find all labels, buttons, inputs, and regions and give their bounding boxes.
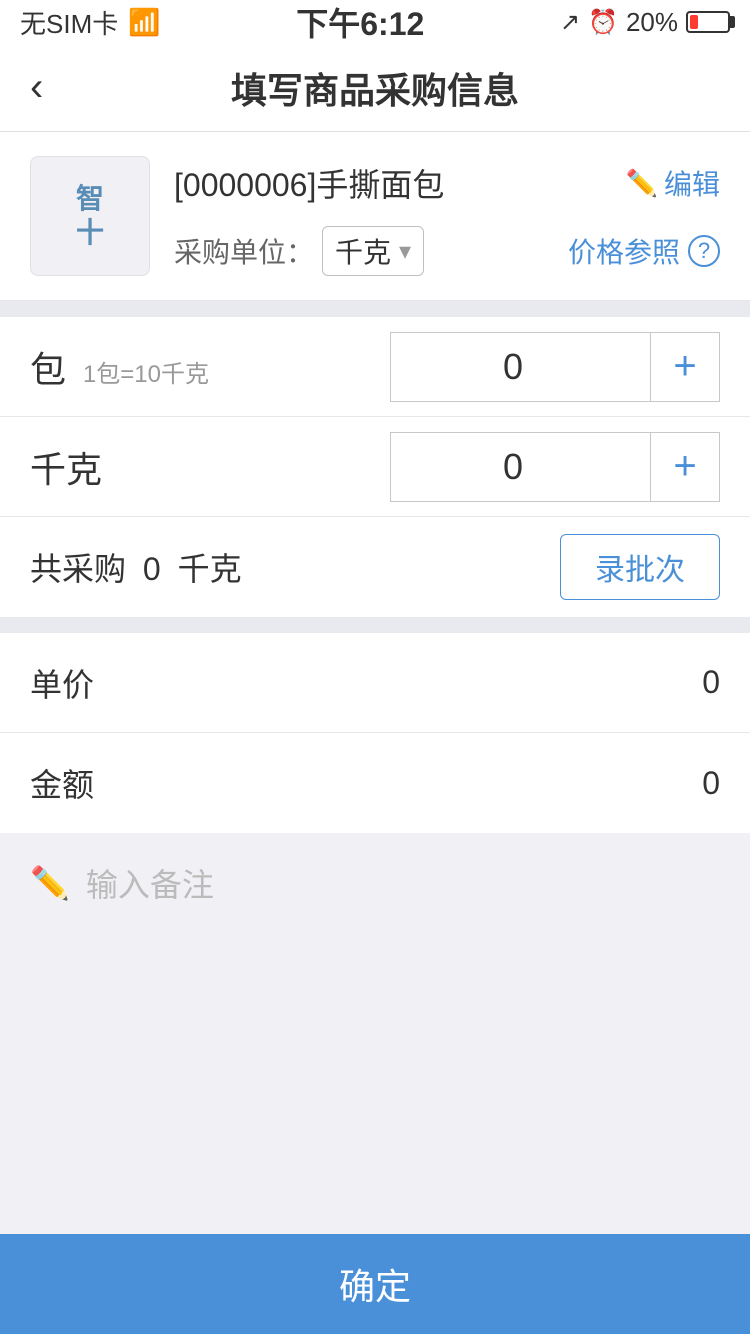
price-ref-button[interactable]: 价格参照 ? [568, 231, 720, 271]
input-section: 包 1包=10千克 + 千克 + [0, 317, 750, 517]
remark-placeholder: 输入备注 [86, 860, 214, 906]
confirm-bar[interactable]: 确定 [0, 1234, 750, 1334]
wifi-icon: 📶 [128, 7, 160, 38]
summary-text: 共采购 0 千克 [30, 544, 242, 590]
amount-value: 0 [702, 765, 720, 802]
price-section: 单价 0 金额 0 [0, 633, 750, 833]
carrier-text: 无SIM卡 [20, 4, 118, 41]
unit-price-row: 单价 0 [0, 633, 750, 733]
kg-label: 千克 [30, 441, 170, 493]
bag-plus-button[interactable]: + [650, 332, 720, 402]
back-button[interactable]: ‹ [30, 65, 43, 110]
chevron-down-icon: ▾ [399, 237, 411, 266]
bag-field-container: + [209, 332, 720, 402]
product-name: [0000006]手撕面包 [174, 160, 444, 206]
product-title-row: [0000006]手撕面包 ✏️ 编辑 [174, 160, 720, 206]
bag-input[interactable] [390, 332, 650, 402]
summary-row: 共采购 0 千克 录批次 [0, 517, 750, 617]
product-card: 智 十 [0000006]手撕面包 ✏️ 编辑 采购单位： 千克 ▾ 价格参照 … [0, 132, 750, 301]
battery-icon [686, 11, 730, 33]
help-icon: ? [688, 235, 720, 267]
bag-input-row: 包 1包=10千克 + [0, 317, 750, 417]
bottom-space [0, 933, 750, 1233]
alarm-icon: ⏰ [588, 8, 618, 37]
unit-price-value: 0 [702, 664, 720, 701]
section-separator-2 [0, 617, 750, 633]
status-time: 下午6:12 [296, 0, 424, 45]
unit-price-label: 单价 [30, 660, 94, 706]
product-info: [0000006]手撕面包 ✏️ 编辑 采购单位： 千克 ▾ 价格参照 ? [174, 156, 720, 276]
kg-input[interactable] [390, 432, 650, 502]
unit-value: 千克 [335, 231, 391, 271]
kg-field-container: + [170, 432, 720, 502]
confirm-label: 确定 [339, 1258, 411, 1310]
battery-percent: 20% [626, 7, 678, 38]
product-logo: 智 十 [76, 182, 104, 249]
section-separator-1 [0, 301, 750, 317]
bag-label: 包 1包=10千克 [30, 341, 209, 393]
status-right: ↗ ⏰ 20% [560, 7, 730, 38]
product-unit-row: 采购单位： 千克 ▾ 价格参照 ? [174, 226, 720, 276]
status-left: 无SIM卡 📶 [20, 4, 161, 41]
edit-link[interactable]: ✏️ 编辑 [626, 163, 720, 203]
unit-selector[interactable]: 千克 ▾ [322, 226, 424, 276]
pencil-icon: ✏️ [30, 864, 70, 902]
amount-label: 金额 [30, 760, 94, 806]
location-icon: ↗ [560, 8, 580, 37]
page-title: 填写商品采购信息 [231, 62, 519, 114]
kg-plus-button[interactable]: + [650, 432, 720, 502]
nav-bar: ‹ 填写商品采购信息 [0, 44, 750, 132]
status-bar: 无SIM卡 📶 下午6:12 ↗ ⏰ 20% [0, 0, 750, 44]
remark-section[interactable]: ✏️ 输入备注 [0, 833, 750, 933]
kg-input-row: 千克 + [0, 417, 750, 517]
edit-icon: ✏️ [626, 168, 658, 199]
amount-row: 金额 0 [0, 733, 750, 833]
unit-label: 采购单位： [174, 231, 314, 271]
batch-button[interactable]: 录批次 [560, 534, 720, 600]
product-image: 智 十 [30, 156, 150, 276]
